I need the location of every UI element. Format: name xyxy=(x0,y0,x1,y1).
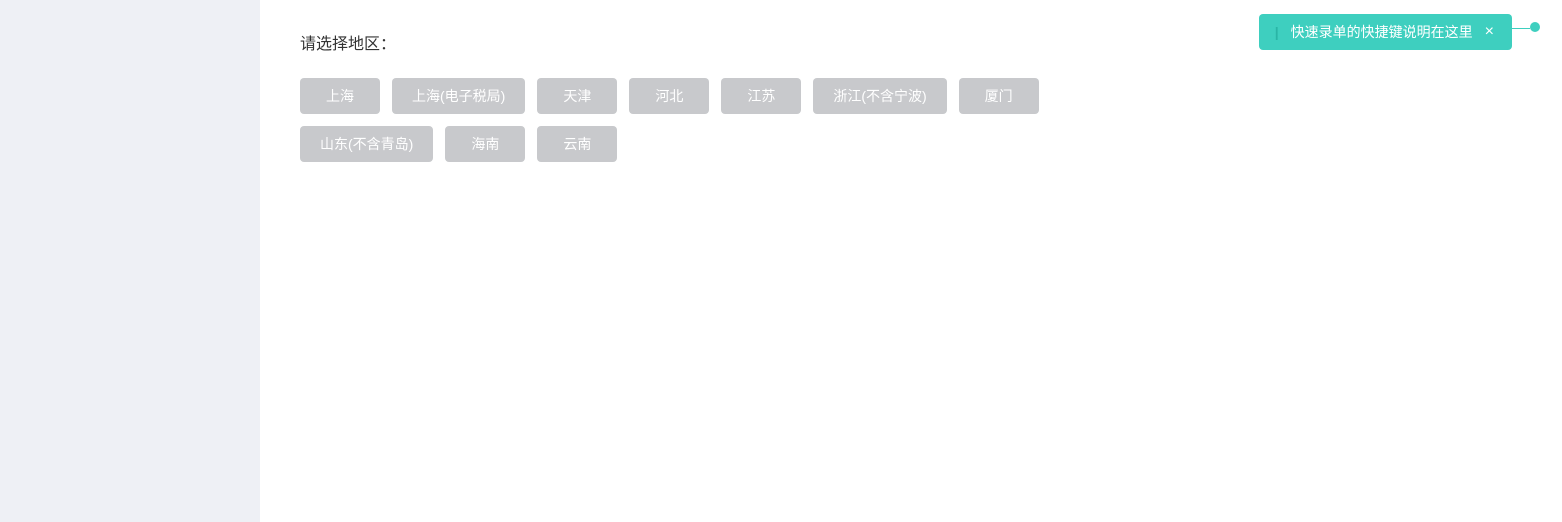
region-btn-hainan[interactable]: 海南 xyxy=(445,126,525,162)
dot-indicator xyxy=(1530,22,1540,32)
region-btn-hebei[interactable]: 河北 xyxy=(629,78,709,114)
region-row-2: 山东(不含青岛) 海南云南 xyxy=(300,126,1522,162)
region-row-1: 上海上海(电子税局) 天津河北江苏浙江(不含宁波) 厦门 xyxy=(300,78,1522,114)
region-btn-shanghai-etax[interactable]: 上海(电子税局) xyxy=(392,78,525,114)
region-btn-xiamen[interactable]: 厦门 xyxy=(959,78,1039,114)
tooltip-close-button[interactable]: × xyxy=(1483,24,1496,40)
tooltip-banner: 快速录单的快捷键说明在这里 × xyxy=(1259,14,1512,50)
region-btn-zhejiang[interactable]: 浙江(不含宁波) xyxy=(813,78,946,114)
region-btn-yunnan[interactable]: 云南 xyxy=(537,126,617,162)
tooltip-text: 快速录单的快捷键说明在这里 xyxy=(1291,22,1473,42)
connector-line xyxy=(1512,28,1530,29)
region-btn-tianjin[interactable]: 天津 xyxy=(537,78,617,114)
main-content: 请选择地区： 上海上海(电子税局)天津河北江苏浙江(不含宁波)厦门 山东(不含青… xyxy=(260,0,1562,522)
region-btn-shandong[interactable]: 山东(不含青岛) xyxy=(300,126,433,162)
region-btn-shanghai[interactable]: 上海 xyxy=(300,78,380,114)
region-btn-jiangsu[interactable]: 江苏 xyxy=(721,78,801,114)
left-sidebar xyxy=(0,0,260,522)
